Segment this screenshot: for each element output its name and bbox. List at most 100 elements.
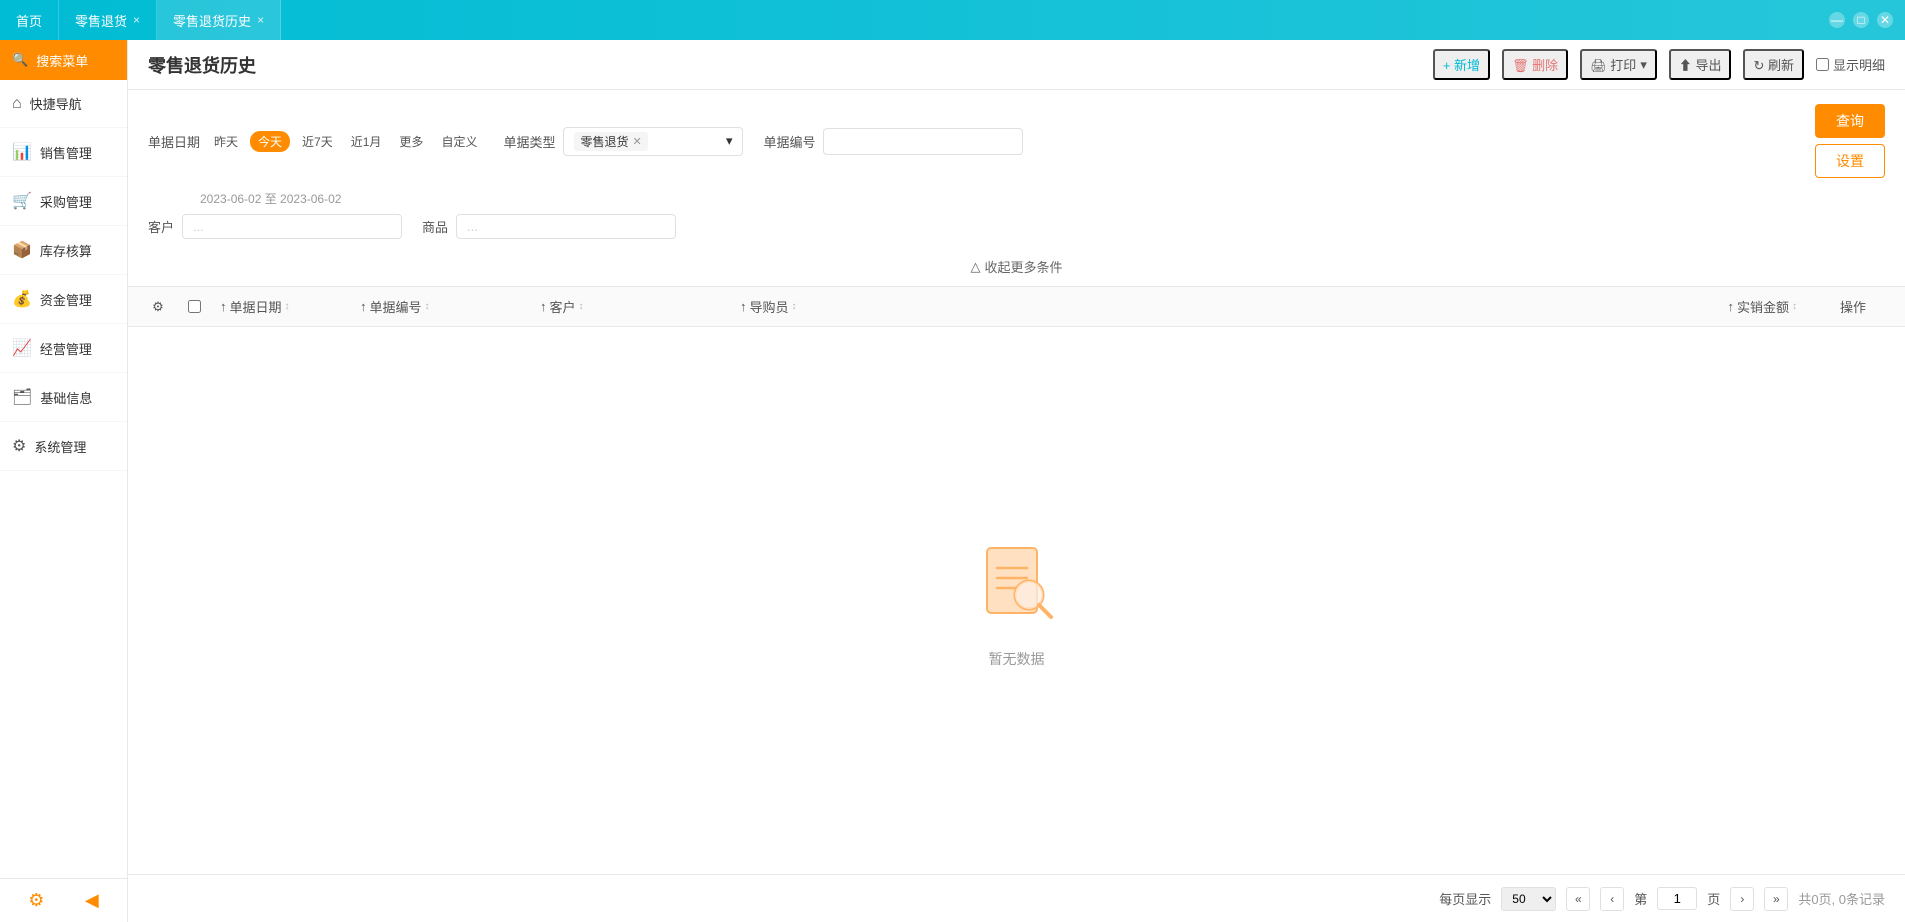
per-page-select[interactable]: 10 20 50 100 (1501, 887, 1556, 911)
next-page-btn[interactable]: › (1730, 887, 1754, 911)
last-page-btn[interactable]: » (1764, 887, 1788, 911)
empty-icon (967, 533, 1067, 633)
add-button[interactable]: + 新增 (1433, 49, 1490, 80)
customer-label: 客户 (148, 217, 174, 236)
date-today-btn[interactable]: 今天 (250, 131, 290, 152)
col-amount[interactable]: ↑ 实销金额 ↕ (932, 297, 1813, 316)
print-arrow-icon: ▾ (1640, 57, 1647, 73)
tab-home-label: 首页 (16, 11, 42, 30)
window-controls: — □ ✕ (1829, 12, 1905, 28)
sidebar-item-label-sales: 销售管理 (40, 143, 92, 162)
voucher-type-label: 单据类型 (503, 132, 555, 151)
page-label: 第 (1634, 889, 1647, 908)
select-all-checkbox[interactable] (188, 300, 201, 313)
main-layout: 🔍 搜索菜单 ⌂ 快捷导航 📊 销售管理 🛒 采购管理 📦 库存核算 💰 (0, 40, 1905, 922)
tab-retail-return-label: 零售退货 (75, 11, 127, 30)
sidebar-menu: ⌂ 快捷导航 📊 销售管理 🛒 采购管理 📦 库存核算 💰 资金管理 📈 (0, 80, 127, 878)
tab-retail-return-history-close[interactable]: × (257, 13, 264, 27)
customer-select[interactable]: ... (182, 214, 402, 239)
print-button[interactable]: 🖨 打印 ▾ (1580, 49, 1657, 80)
date-range-text: 2023-06-02 至 2023-06-02 (200, 192, 341, 206)
business-icon: 📈 (12, 338, 32, 358)
col-customer-label: 客户 (550, 297, 576, 316)
set-button[interactable]: 设置 (1815, 144, 1885, 178)
search-icon: 🔍 (12, 52, 28, 68)
page-header: 零售退货历史 + 新增 🗑 删除 🖨 打印 ▾ ⬆ 导出 ↻ 刷新 显示明细 (128, 40, 1905, 90)
voucher-num-label: 单据编号 (763, 132, 815, 151)
sidebar-search-label: 搜索菜单 (36, 51, 88, 70)
customer-placeholder: ... (193, 219, 204, 234)
date-custom-btn[interactable]: 自定义 (435, 131, 483, 152)
col-guide-label: 导购员 (750, 297, 789, 316)
sidebar-item-system[interactable]: ⚙ 系统管理 (0, 422, 127, 471)
tab-bar: 首页 零售退货 × 零售退货历史 × (0, 0, 1829, 40)
sidebar-item-label-business: 经营管理 (40, 339, 92, 358)
sort-asc-icon-customer: ↑ (540, 299, 547, 314)
basic-info-icon: 🗂 (12, 387, 32, 407)
voucher-num-filter: 单据编号 (763, 128, 1023, 155)
sidebar: 🔍 搜索菜单 ⌂ 快捷导航 📊 销售管理 🛒 采购管理 📦 库存核算 💰 (0, 40, 128, 922)
goods-select[interactable]: ... (456, 214, 676, 239)
voucher-type-tag-close[interactable]: ✕ (632, 135, 641, 148)
filter-collapse-btn[interactable]: △ 收起更多条件 (148, 251, 1885, 286)
window-close-btn[interactable]: ✕ (1877, 12, 1893, 28)
date-filter: 单据日期 昨天 今天 近7天 近1月 更多 自定义 (148, 131, 483, 152)
goods-filter: 商品 ... (422, 214, 676, 239)
window-minimize-btn[interactable]: — (1829, 12, 1845, 28)
tab-home[interactable]: 首页 (0, 0, 59, 40)
tab-retail-return[interactable]: 零售退货 × (59, 0, 157, 40)
tab-retail-return-close[interactable]: × (133, 13, 140, 27)
first-page-btn[interactable]: « (1566, 887, 1590, 911)
query-button[interactable]: 查询 (1815, 104, 1885, 138)
date-more-btn[interactable]: 更多 (393, 131, 429, 152)
voucher-num-input[interactable] (823, 128, 1023, 155)
date-yesterday-btn[interactable]: 昨天 (208, 131, 244, 152)
finance-icon: 💰 (12, 289, 32, 309)
date-1month-btn[interactable]: 近1月 (345, 131, 388, 152)
sidebar-item-sales[interactable]: 📊 销售管理 (0, 128, 127, 177)
col-num[interactable]: ↑ 单据编号 ↕ (352, 297, 532, 316)
window-maximize-btn[interactable]: □ (1853, 12, 1869, 28)
goods-label: 商品 (422, 217, 448, 236)
show-detail-checkbox[interactable] (1816, 58, 1829, 71)
sort-icon-amount: ↕ (1792, 301, 1797, 312)
refresh-button[interactable]: ↻ 刷新 (1743, 49, 1804, 80)
table-select-all[interactable] (176, 300, 212, 313)
col-op: 操作 (1813, 297, 1893, 316)
empty-text: 暂无数据 (989, 649, 1045, 669)
sidebar-item-purchase[interactable]: 🛒 采购管理 (0, 177, 127, 226)
current-page-input[interactable] (1657, 887, 1697, 910)
goods-placeholder: ... (467, 219, 478, 234)
date-range-display: 2023-06-02 至 2023-06-02 (148, 190, 1885, 214)
show-detail-checkbox-label[interactable]: 显示明细 (1816, 55, 1885, 74)
delete-button[interactable]: 🗑 删除 (1502, 49, 1568, 80)
page-suffix: 页 (1707, 889, 1720, 908)
sidebar-item-label-finance: 资金管理 (40, 290, 92, 309)
export-button[interactable]: ⬆ 导出 (1669, 49, 1732, 80)
sidebar-item-business[interactable]: 📈 经营管理 (0, 324, 127, 373)
table-settings-btn[interactable]: ⚙ (140, 299, 176, 315)
sidebar-item-finance[interactable]: 💰 资金管理 (0, 275, 127, 324)
sort-icon-customer: ↕ (579, 301, 584, 312)
col-customer[interactable]: ↑ 客户 ↕ (532, 297, 732, 316)
voucher-type-tag-value: 零售退货 (580, 133, 628, 150)
sidebar-item-basic-info[interactable]: 🗂 基础信息 (0, 373, 127, 422)
sort-asc-icon: ↑ (220, 299, 227, 314)
col-date[interactable]: ↑ 单据日期 ↕ (212, 297, 352, 316)
sort-asc-icon-guide: ↑ (740, 299, 747, 314)
tab-retail-return-history-label: 零售退货历史 (173, 11, 251, 30)
sidebar-item-label-basic-info: 基础信息 (40, 388, 92, 407)
sidebar-search[interactable]: 🔍 搜索菜单 (0, 40, 127, 80)
top-bar: 首页 零售退货 × 零售退货历史 × — □ ✕ (0, 0, 1905, 40)
sidebar-item-quick-nav[interactable]: ⌂ 快捷导航 (0, 80, 127, 128)
tab-retail-return-history[interactable]: 零售退货历史 × (157, 0, 281, 40)
date-7days-btn[interactable]: 近7天 (296, 131, 339, 152)
col-guide[interactable]: ↑ 导购员 ↕ (732, 297, 932, 316)
filter-row-2: 客户 ... 商品 ... (148, 214, 1885, 239)
voucher-type-select[interactable]: 零售退货 ✕ ▾ (563, 127, 743, 156)
prev-page-btn[interactable]: ‹ (1600, 887, 1624, 911)
sidebar-item-inventory[interactable]: 📦 库存核算 (0, 226, 127, 275)
sidebar-settings-btn[interactable]: ⚙ (28, 890, 44, 911)
sidebar-collapse-btn[interactable]: ◀ (85, 890, 99, 911)
col-date-label: 单据日期 (230, 297, 282, 316)
